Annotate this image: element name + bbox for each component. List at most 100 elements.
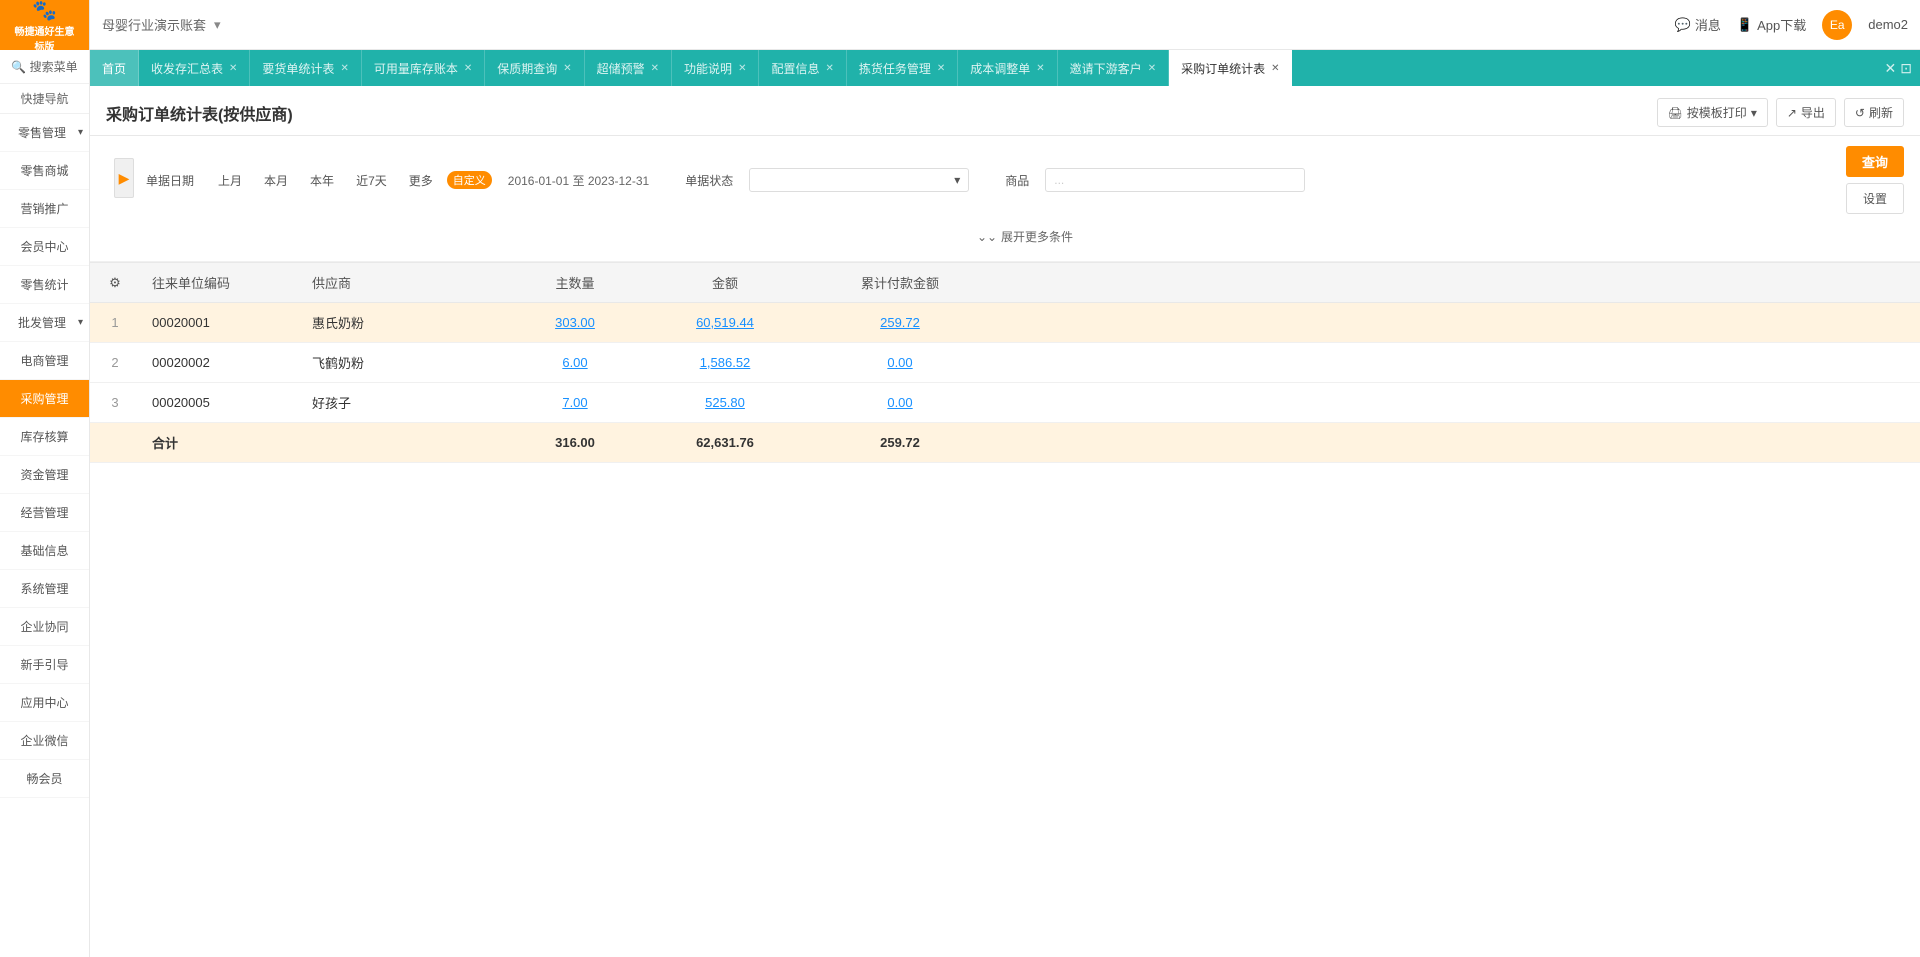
sidebar-item-ecommerce[interactable]: 电商管理 [0, 342, 89, 380]
query-button[interactable]: 查询 [1846, 146, 1904, 177]
sidebar-item-retail-store[interactable]: 零售商城 [0, 152, 89, 190]
tab-close-icon[interactable]: ✕ [825, 63, 833, 74]
tab-close-icon[interactable]: ✕ [651, 63, 659, 74]
sidebar-item-corp-wechat[interactable]: 企业微信 [0, 722, 89, 760]
custom-badge[interactable]: 自定义 [447, 171, 492, 189]
sidebar-item-retail-mgmt[interactable]: 零售管理 ▾ [0, 114, 89, 152]
date-range[interactable]: 2016-01-01 至 2023-12-31 [508, 172, 649, 189]
shortcut-last-month[interactable]: 上月 [210, 170, 250, 191]
tab-close-icon[interactable]: ✕ [1271, 63, 1279, 74]
tab-cost-adjust[interactable]: 成本调整单 ✕ [958, 50, 1057, 86]
sidebar-item-sys-mgmt[interactable]: 系统管理 [0, 570, 89, 608]
cell-paid[interactable]: 0.00 [800, 383, 1000, 423]
filter-toggle-btn[interactable]: ▶ [114, 158, 134, 198]
cell-supplier: 飞鹤奶粉 [300, 343, 500, 383]
th-amount: 金额 [650, 263, 800, 303]
tab-close-icon[interactable]: ✕ [1036, 63, 1044, 74]
tab-goods-stats[interactable]: 要货单统计表 ✕ [250, 50, 361, 86]
filter-row-1: 单据日期 上月 本月 本年 近7天 更多 自定义 2016-01-01 至 20… [146, 146, 1904, 214]
export-icon: ↗ [1787, 106, 1797, 120]
export-button[interactable]: ↗ 导出 [1776, 98, 1836, 127]
message-btn[interactable]: 💬 消息 [1675, 15, 1721, 34]
cell-paid[interactable]: 0.00 [800, 343, 1000, 383]
cell-extra [1000, 383, 1920, 423]
tab-close-icon[interactable]: ✕ [937, 63, 945, 74]
sidebar-item-inventory[interactable]: 库存核算 [0, 418, 89, 456]
tab-config-info[interactable]: 配置信息 ✕ [759, 50, 846, 86]
tab-close-icon[interactable]: ✕ [229, 63, 237, 74]
shortcut-more[interactable]: 更多 [401, 170, 441, 191]
sidebar-item-operations[interactable]: 经营管理 [0, 494, 89, 532]
cell-no: 1 [90, 303, 140, 343]
tab-receive-summary[interactable]: 收发存汇总表 ✕ [139, 50, 250, 86]
tab-close-icon[interactable]: ✕ [340, 63, 348, 74]
cell-paid[interactable]: 259.72 [800, 303, 1000, 343]
status-label: 单据状态 [685, 172, 733, 189]
dropdown-icon[interactable]: ▾ [214, 17, 221, 33]
content-area: 采购订单统计表(按供应商) 🖨 按模板打印 ▾ ↗ 导出 ↺ 刷新 [90, 86, 1920, 957]
sidebar-item-retail-stats[interactable]: 零售统计 [0, 266, 89, 304]
chevron-down-icon: ▾ [78, 127, 83, 138]
cell-amount[interactable]: 525.80 [650, 383, 800, 423]
message-label: 消息 [1695, 15, 1721, 34]
tab-overstock[interactable]: 超储预警 ✕ [585, 50, 672, 86]
cell-code: 00020005 [140, 383, 300, 423]
table-header-row: ⚙ 往来单位编码 供应商 主数量 金额 累计付款金额 [90, 263, 1920, 303]
sidebar-item-purchase[interactable]: 采购管理 [0, 380, 89, 418]
expand-more-btn[interactable]: ⌄⌄ 展开更多条件 [146, 222, 1904, 251]
tab-label: 拣货任务管理 [859, 60, 931, 77]
print-dropdown-icon[interactable]: ▾ [1751, 106, 1757, 120]
shortcut-7days[interactable]: 近7天 [348, 170, 395, 191]
tab-label: 可用量库存账本 [374, 60, 458, 77]
sidebar-item-member[interactable]: 会员中心 [0, 228, 89, 266]
sidebar-item-corp-collab[interactable]: 企业协同 [0, 608, 89, 646]
goods-input[interactable]: ... [1045, 168, 1305, 192]
refresh-button[interactable]: ↺ 刷新 [1844, 98, 1904, 127]
tab-close-icon[interactable]: ✕ [464, 63, 472, 74]
user-avatar[interactable]: Ea [1822, 10, 1852, 40]
cell-amount[interactable]: 60,519.44 [650, 303, 800, 343]
tab-home[interactable]: 首页 [90, 50, 139, 86]
shortcut-this-year[interactable]: 本年 [302, 170, 342, 191]
sidebar-item-new-guide[interactable]: 新手引导 [0, 646, 89, 684]
cell-qty[interactable]: 6.00 [500, 343, 650, 383]
sidebar-item-batch-mgmt[interactable]: 批发管理 ▾ [0, 304, 89, 342]
status-select[interactable]: ▾ [749, 168, 969, 192]
tab-close-all-icon[interactable]: ✕ [1885, 60, 1897, 77]
tab-label: 成本调整单 [970, 60, 1030, 77]
print-button[interactable]: 🖨 按模板打印 ▾ [1657, 98, 1768, 127]
sidebar-search[interactable]: 🔍 搜索菜单 [0, 50, 89, 84]
account-dropdown[interactable]: 母婴行业演示账套 [102, 15, 206, 34]
sidebar-quick-nav[interactable]: 快捷导航 [0, 84, 89, 114]
username-label: demo2 [1868, 17, 1908, 32]
cell-code: 00020002 [140, 343, 300, 383]
tab-purchase-order-stats[interactable]: 采购订单统计表 ✕ [1169, 50, 1292, 86]
tab-close-icon[interactable]: ✕ [1148, 63, 1156, 74]
topbar-right: 💬 消息 📱 App下载 Ea demo2 [1675, 10, 1908, 40]
sidebar-item-finance[interactable]: 资金管理 [0, 456, 89, 494]
cell-amount[interactable]: 1,586.52 [650, 343, 800, 383]
tab-restore-icon[interactable]: ⊡ [1900, 60, 1912, 77]
tab-close-icon[interactable]: ✕ [738, 63, 746, 74]
sidebar-item-marketing[interactable]: 营销推广 [0, 190, 89, 228]
tab-invite-downstream[interactable]: 邀请下游客户 ✕ [1058, 50, 1169, 86]
tab-func-desc[interactable]: 功能说明 ✕ [672, 50, 759, 86]
data-table: ⚙ 往来单位编码 供应商 主数量 金额 累计付款金额 1 00020001 [90, 262, 1920, 463]
expand-label: 展开更多条件 [1001, 228, 1073, 245]
sidebar-item-app-center[interactable]: 应用中心 [0, 684, 89, 722]
app-download-btn[interactable]: 📱 App下载 [1737, 15, 1806, 34]
cell-supplier: 好孩子 [300, 383, 500, 423]
tab-shelf-life[interactable]: 保质期查询 ✕ [485, 50, 584, 86]
th-settings[interactable]: ⚙ [90, 263, 140, 303]
tab-close-icon[interactable]: ✕ [563, 63, 571, 74]
shortcut-this-month[interactable]: 本月 [256, 170, 296, 191]
sidebar-item-basic-info[interactable]: 基础信息 [0, 532, 89, 570]
cell-qty[interactable]: 303.00 [500, 303, 650, 343]
setting-button[interactable]: 设置 [1846, 183, 1904, 214]
tab-label: 收发存汇总表 [151, 60, 223, 77]
tab-inventory-book[interactable]: 可用量库存账本 ✕ [362, 50, 485, 86]
cell-qty[interactable]: 7.00 [500, 383, 650, 423]
tab-pick-task[interactable]: 拣货任务管理 ✕ [847, 50, 958, 86]
table-body: 1 00020001 惠氏奶粉 303.00 60,519.44 259.72 … [90, 303, 1920, 423]
sidebar-item-member-vip[interactable]: 畅会员 [0, 760, 89, 798]
